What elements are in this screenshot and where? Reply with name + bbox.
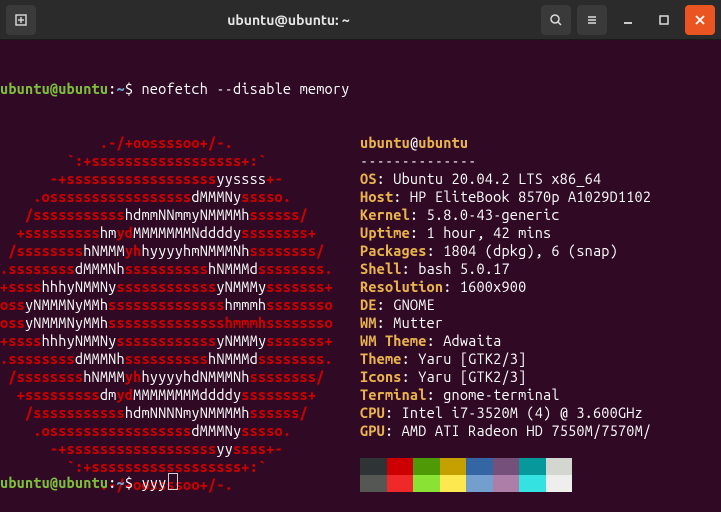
info-key: OS — [360, 170, 377, 187]
info-key: Theme — [360, 350, 402, 367]
info-key: WM Theme — [360, 332, 427, 349]
command-text: neofetch --disable memory — [141, 80, 349, 97]
typed-input: yyy — [141, 474, 166, 491]
info-key: GPU — [360, 422, 385, 439]
minimize-button[interactable] — [613, 5, 643, 35]
info-key: Host — [360, 188, 393, 205]
text-cursor — [168, 473, 178, 490]
info-key: Kernel — [360, 206, 410, 223]
system-info: ubuntu@ubuntu--------------OS: Ubuntu 20… — [360, 134, 721, 494]
info-key: Shell — [360, 260, 402, 277]
current-prompt[interactable]: ubuntu@ubuntu:~$ yyy — [0, 433, 178, 510]
prompt-line: ubuntu@ubuntu:~$ neofetch --disable memo… — [0, 80, 721, 98]
info-key: DE — [360, 296, 377, 313]
new-tab-button[interactable] — [6, 5, 36, 35]
info-key: Uptime — [360, 224, 410, 241]
info-key: CPU — [360, 404, 385, 421]
prompt-user-host: ubuntu@ubuntu — [0, 80, 108, 97]
info-key: Resolution — [360, 278, 443, 295]
maximize-button[interactable] — [649, 5, 679, 35]
color-palette-light — [360, 475, 572, 492]
info-key: Packages — [360, 242, 427, 259]
titlebar: ubuntu@ubuntu: ~ — [0, 0, 721, 40]
info-key: WM — [360, 314, 377, 331]
menu-button[interactable] — [577, 5, 607, 35]
color-palette-dark — [360, 458, 572, 475]
info-key: Icons — [360, 368, 402, 385]
window-title: ubuntu@ubuntu: ~ — [36, 11, 541, 29]
prompt-path: ~ — [117, 80, 125, 97]
info-key: Terminal — [360, 386, 427, 403]
close-button[interactable] — [685, 5, 715, 35]
search-button[interactable] — [541, 5, 571, 35]
